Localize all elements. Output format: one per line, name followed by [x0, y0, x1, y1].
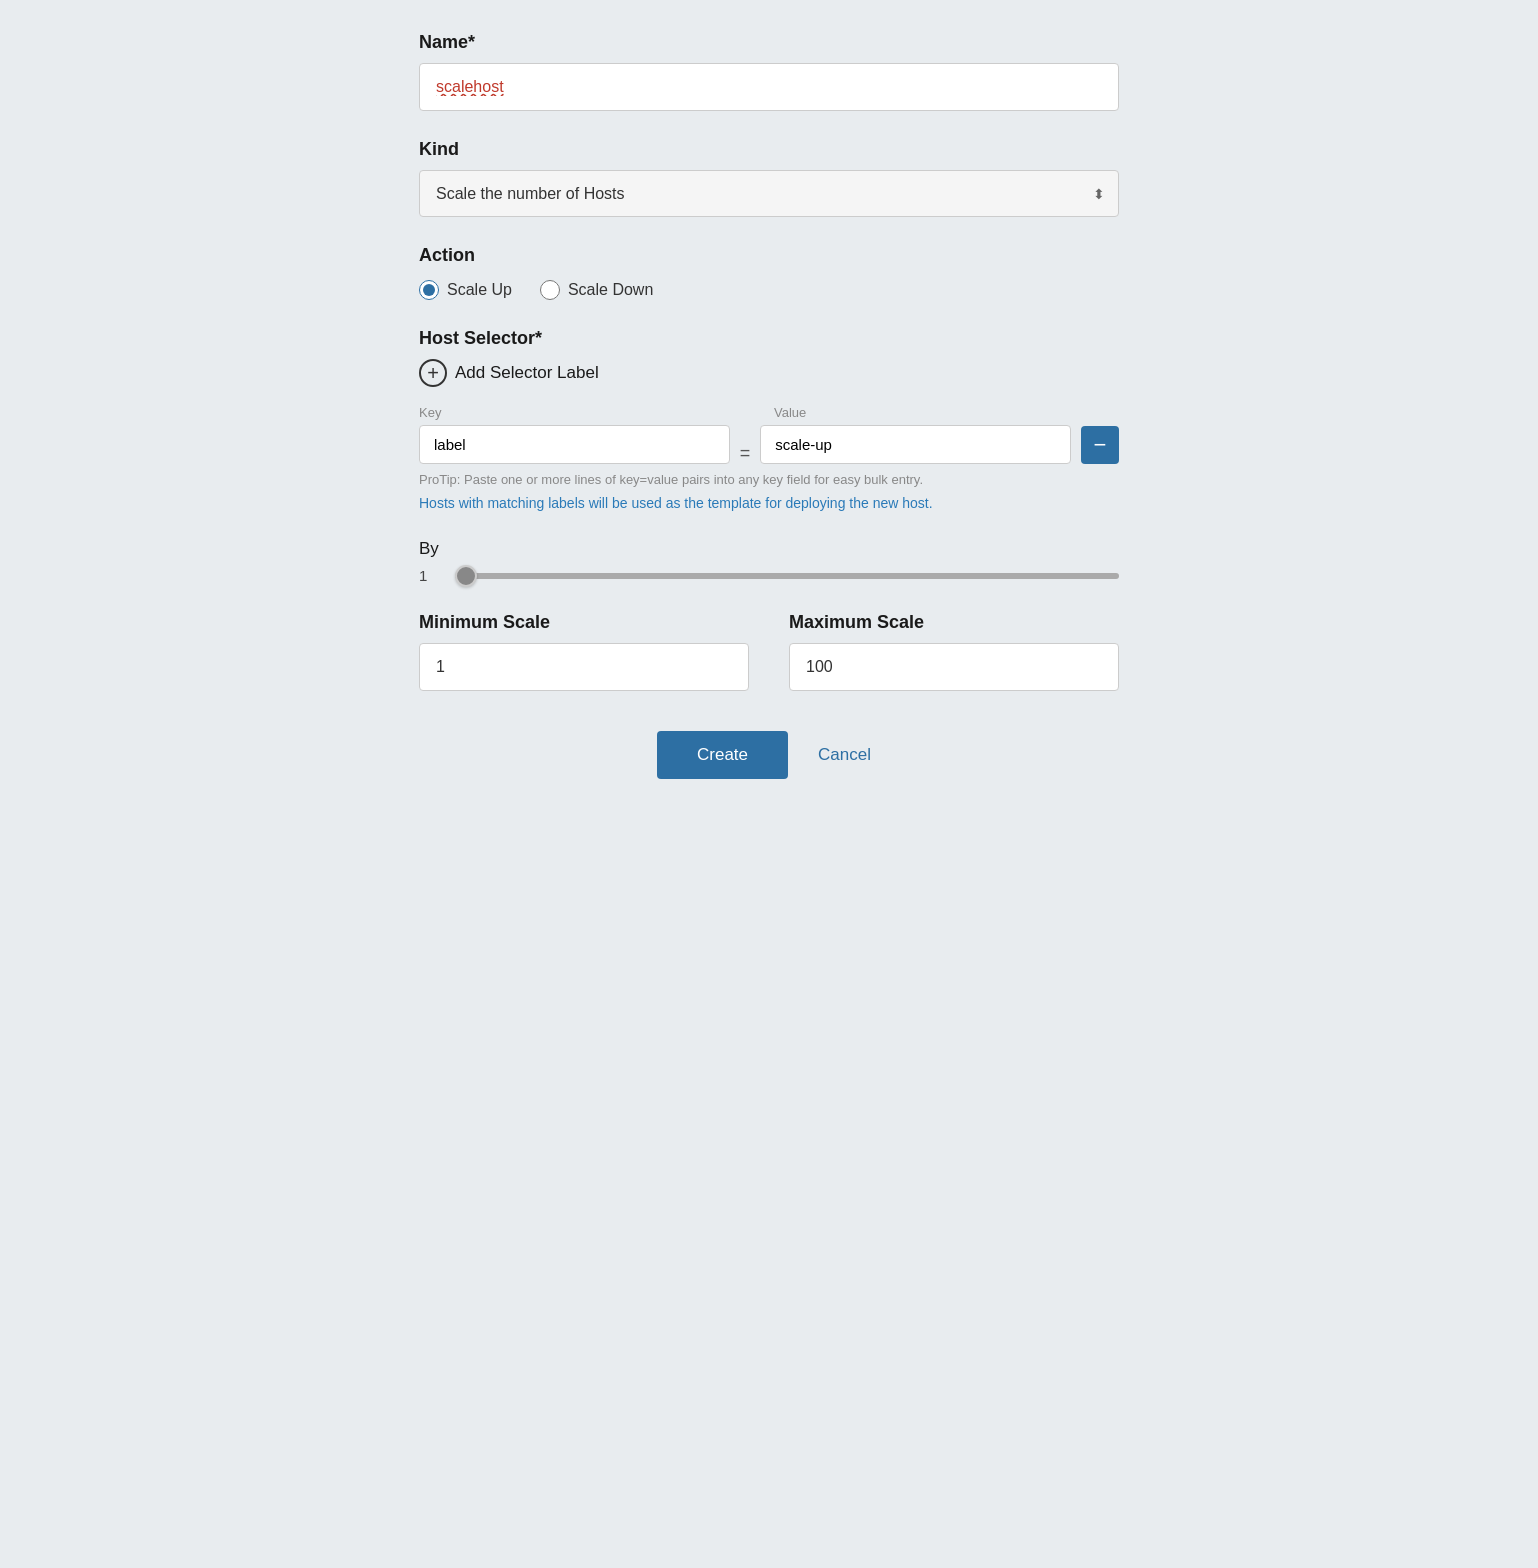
action-field-group: Action Scale Up Scale Down — [419, 245, 1119, 300]
host-selector-field-group: Host Selector* + Add Selector Label Key … — [419, 328, 1119, 511]
add-selector-text: Add Selector Label — [455, 363, 599, 383]
kind-select[interactable]: Scale the number of Hosts — [419, 170, 1119, 217]
create-button[interactable]: Create — [657, 731, 788, 779]
add-selector-label-btn[interactable]: + Add Selector Label — [419, 359, 1119, 387]
scale-up-radio[interactable] — [419, 280, 439, 300]
protip-text: ProTip: Paste one or more lines of key=v… — [419, 472, 1119, 487]
by-label: By — [419, 539, 1119, 559]
name-field-group: Name* — [419, 32, 1119, 111]
min-scale-field-group: Minimum Scale — [419, 612, 749, 691]
kv-value-col — [760, 425, 1071, 464]
host-hint-text: Hosts with matching labels will be used … — [419, 495, 1119, 511]
scale-down-radio-item[interactable]: Scale Down — [540, 280, 653, 300]
scale-up-radio-item[interactable]: Scale Up — [419, 280, 512, 300]
slider-row: 1 — [419, 567, 1119, 584]
cancel-button[interactable]: Cancel — [808, 731, 881, 779]
scale-two-col: Minimum Scale Maximum Scale — [419, 612, 1119, 691]
action-label: Action — [419, 245, 1119, 266]
remove-kv-btn[interactable]: − — [1081, 426, 1119, 464]
value-label-col: Value — [774, 403, 1071, 421]
max-scale-field-group: Maximum Scale — [789, 612, 1119, 691]
kv-key-input[interactable] — [419, 425, 730, 464]
slider-value-display: 1 — [419, 567, 439, 584]
key-label-col: Key — [419, 403, 716, 421]
by-slider[interactable] — [455, 573, 1119, 579]
kind-select-wrapper: Scale the number of Hosts — [419, 170, 1119, 217]
name-input[interactable] — [419, 63, 1119, 111]
scale-down-radio[interactable] — [540, 280, 560, 300]
max-scale-label: Maximum Scale — [789, 612, 1119, 633]
min-scale-input[interactable] — [419, 643, 749, 691]
scale-up-label: Scale Up — [447, 281, 512, 299]
equals-sign: = — [740, 443, 751, 464]
host-selector-label: Host Selector* — [419, 328, 1119, 349]
actions-row: Create Cancel — [419, 731, 1119, 779]
add-icon: + — [419, 359, 447, 387]
min-scale-label: Minimum Scale — [419, 612, 749, 633]
kind-label: Kind — [419, 139, 1119, 160]
minus-icon: − — [1094, 434, 1107, 456]
value-label: Value — [774, 405, 806, 420]
by-section: By 1 — [419, 539, 1119, 584]
kind-field-group: Kind Scale the number of Hosts — [419, 139, 1119, 217]
form-container: Name* Kind Scale the number of Hosts Act… — [379, 0, 1159, 839]
kv-value-input[interactable] — [760, 425, 1071, 464]
max-scale-input[interactable] — [789, 643, 1119, 691]
kv-row: = − — [419, 425, 1119, 464]
scale-down-label: Scale Down — [568, 281, 653, 299]
kv-labels-row: Key Value — [419, 403, 1119, 421]
action-radio-group: Scale Up Scale Down — [419, 280, 1119, 300]
name-label: Name* — [419, 32, 1119, 53]
kv-key-col — [419, 425, 730, 464]
key-label: Key — [419, 405, 441, 420]
